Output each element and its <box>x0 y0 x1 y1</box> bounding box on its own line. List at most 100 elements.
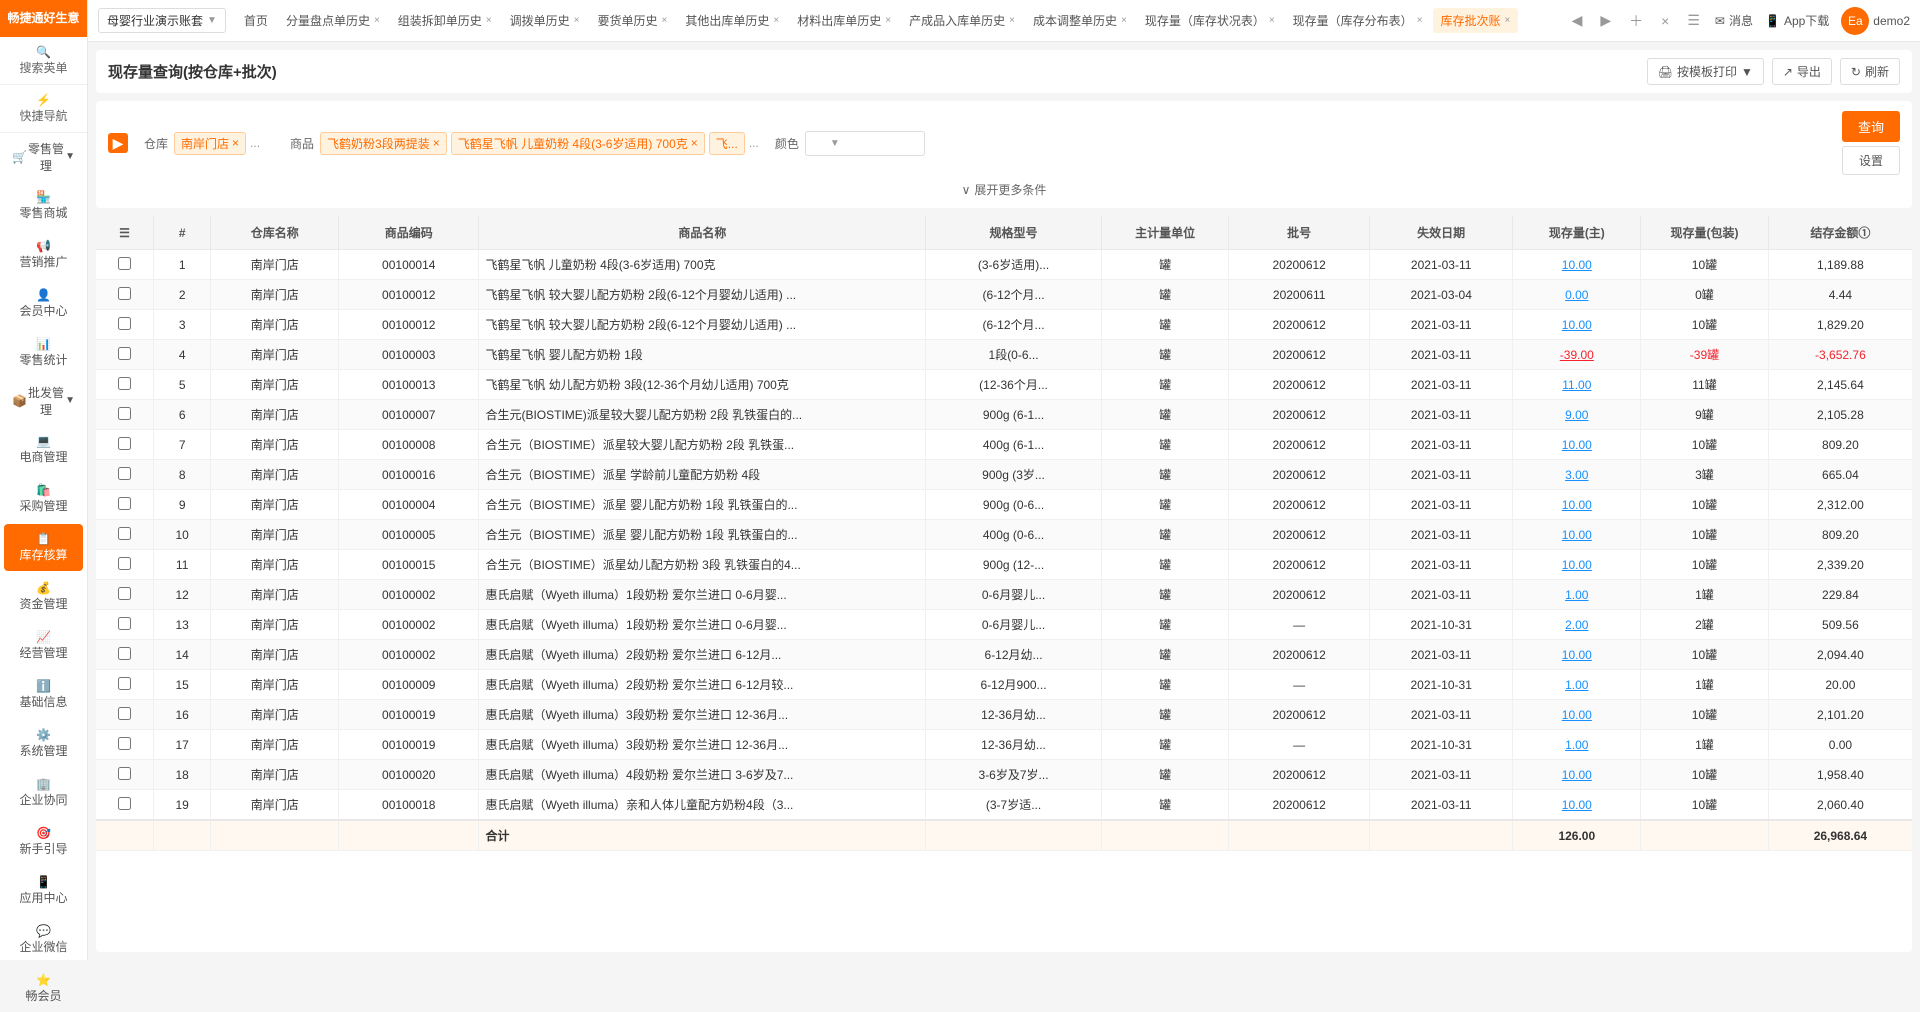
cell-check[interactable] <box>96 580 153 610</box>
sidebar-item-retail[interactable]: 🛒 零售管理 ▼ <box>4 134 83 180</box>
expand-filter-button[interactable]: ▶ <box>108 133 128 153</box>
sidebar-item-finance[interactable]: 💰 资金管理 <box>4 573 83 620</box>
industry-selector[interactable]: 母婴行业演示账套 ▼ <box>98 8 226 33</box>
tab-transfer[interactable]: 调拨单历史 × <box>502 8 588 33</box>
cell-qty-main[interactable]: -39.00 <box>1513 340 1641 370</box>
nav-next-arrow[interactable]: ▶ <box>1597 12 1614 29</box>
sidebar-item-inventory[interactable]: 📋 库存核算 <box>4 524 83 571</box>
settings-button[interactable]: 设置 <box>1842 146 1900 175</box>
cell-qty-main[interactable]: 1.00 <box>1513 670 1641 700</box>
sidebar-item-app-center[interactable]: 📱 应用中心 <box>4 867 83 914</box>
sidebar-item-marketing[interactable]: 📢 营销推广 <box>4 231 83 278</box>
sidebar-item-system[interactable]: ⚙️ 系统管理 <box>4 720 83 767</box>
sidebar-item-search[interactable]: 🔍 搜索英单 <box>0 37 87 85</box>
template-print-button[interactable]: 🖨 按模板打印 ▼ <box>1647 58 1764 85</box>
cell-qty-main[interactable]: 10.00 <box>1513 250 1641 280</box>
tab-close-other-out[interactable]: × <box>773 15 779 26</box>
nav-menu[interactable]: ☰ <box>1684 12 1703 29</box>
tab-cost-adjust[interactable]: 成本调整单历史 × <box>1025 8 1135 33</box>
cell-check[interactable] <box>96 670 153 700</box>
nav-add-tab[interactable]: ＋ <box>1626 11 1646 31</box>
tab-close-transfer[interactable]: × <box>574 15 580 26</box>
tab-stock-batch[interactable]: 库存批次账 × <box>1433 8 1519 33</box>
tab-close-stock-batch[interactable]: × <box>1505 15 1511 26</box>
filter-expand-more[interactable]: ∨ 展开更多条件 <box>108 181 1900 198</box>
cell-check[interactable] <box>96 370 153 400</box>
cell-qty-main[interactable]: 0.00 <box>1513 280 1641 310</box>
cell-qty-main[interactable]: 10.00 <box>1513 490 1641 520</box>
warehouse-more[interactable]: ... <box>250 136 260 150</box>
cell-qty-main[interactable]: 10.00 <box>1513 550 1641 580</box>
product-tag-close-0[interactable]: × <box>433 136 440 150</box>
nav-close-tab[interactable]: × <box>1658 13 1672 29</box>
tab-product-in[interactable]: 产成品入库单历史 × <box>901 8 1023 33</box>
cell-check[interactable] <box>96 280 153 310</box>
cell-check[interactable] <box>96 520 153 550</box>
tab-stock-dist[interactable]: 现存量（库存分布表） × <box>1285 8 1431 33</box>
query-button[interactable]: 查询 <box>1842 111 1900 142</box>
table-scroll[interactable]: ☰ # 仓库名称 商品编码 商品名称 规格型号 主计量单位 批号 失效日期 现存… <box>96 216 1912 952</box>
tab-other-out[interactable]: 其他出库单历史 × <box>677 8 787 33</box>
tab-close-requisition[interactable]: × <box>662 15 668 26</box>
tab-stock-status[interactable]: 现存量（库存状况表） × <box>1137 8 1283 33</box>
refresh-button[interactable]: ↻ 刷新 <box>1840 58 1900 85</box>
cell-qty-main[interactable]: 10.00 <box>1513 310 1641 340</box>
sidebar-item-basic[interactable]: ℹ️ 基础信息 <box>4 671 83 718</box>
cell-qty-main[interactable]: 10.00 <box>1513 790 1641 821</box>
cell-check[interactable] <box>96 760 153 790</box>
cell-check[interactable] <box>96 610 153 640</box>
tab-close-cost-adjust[interactable]: × <box>1121 15 1127 26</box>
tab-disassemble[interactable]: 组装拆卸单历史 × <box>390 8 500 33</box>
cell-qty-main[interactable]: 2.00 <box>1513 610 1641 640</box>
cell-check[interactable] <box>96 700 153 730</box>
tab-close-product-in[interactable]: × <box>1009 15 1015 26</box>
tab-material-out[interactable]: 材料出库单历史 × <box>789 8 899 33</box>
tab-close-stock-status[interactable]: × <box>1269 15 1275 26</box>
tab-close-stock-dist[interactable]: × <box>1417 15 1423 26</box>
sidebar-item-guide[interactable]: 🎯 新手引导 <box>4 818 83 865</box>
cell-qty-main[interactable]: 3.00 <box>1513 460 1641 490</box>
tab-close-disassemble[interactable]: × <box>486 15 492 26</box>
sidebar-item-purchase[interactable]: 🛍️ 采购管理 <box>4 475 83 522</box>
tab-close-material-out[interactable]: × <box>885 15 891 26</box>
cell-check[interactable] <box>96 460 153 490</box>
sidebar-item-wholesale[interactable]: 📦 批发管理 ▼ <box>4 378 83 424</box>
sidebar-item-quick-nav[interactable]: ⚡ 快捷导航 <box>0 85 87 133</box>
tab-requisition[interactable]: 要货单历史 × <box>590 8 676 33</box>
tab-split-check[interactable]: 分量盘点单历史 × <box>278 8 388 33</box>
product-more[interactable]: ... <box>749 136 759 150</box>
color-dropdown[interactable]: ▼ <box>805 131 925 156</box>
cell-check[interactable] <box>96 430 153 460</box>
cell-check[interactable] <box>96 490 153 520</box>
sidebar-item-enterprise[interactable]: 🏢 企业协同 <box>4 769 83 816</box>
cell-check[interactable] <box>96 400 153 430</box>
cell-check[interactable] <box>96 640 153 670</box>
sidebar-item-member[interactable]: 👤 会员中心 <box>4 280 83 327</box>
sidebar-item-retail-stats[interactable]: 📊 零售统计 <box>4 329 83 376</box>
message-btn[interactable]: ✉ 消息 <box>1715 12 1753 29</box>
cell-qty-main[interactable]: 1.00 <box>1513 730 1641 760</box>
cell-qty-main[interactable]: 10.00 <box>1513 640 1641 670</box>
nav-prev-arrow[interactable]: ◀ <box>1569 12 1586 29</box>
tab-home[interactable]: 首页 <box>236 8 276 33</box>
user-profile[interactable]: Ea demo2 <box>1841 7 1910 35</box>
sidebar-item-operations[interactable]: 📈 经营管理 <box>4 622 83 669</box>
app-download-btn[interactable]: 📱 App下载 <box>1765 12 1829 29</box>
cell-check[interactable] <box>96 250 153 280</box>
product-tag-close-1[interactable]: × <box>691 136 698 150</box>
cell-check[interactable] <box>96 790 153 821</box>
cell-check[interactable] <box>96 340 153 370</box>
sidebar-item-retail-mall[interactable]: 🏪 零售商城 <box>4 182 83 229</box>
cell-check[interactable] <box>96 730 153 760</box>
sidebar-item-ecommerce[interactable]: 💻 电商管理 <box>4 426 83 473</box>
cell-qty-main[interactable]: 1.00 <box>1513 580 1641 610</box>
cell-check[interactable] <box>96 310 153 340</box>
tab-close-split-check[interactable]: × <box>374 15 380 26</box>
warehouse-tag-close-0[interactable]: × <box>232 136 239 150</box>
cell-qty-main[interactable]: 11.00 <box>1513 370 1641 400</box>
cell-qty-main[interactable]: 10.00 <box>1513 520 1641 550</box>
export-button[interactable]: ↗ 导出 <box>1772 58 1832 85</box>
cell-qty-main[interactable]: 10.00 <box>1513 760 1641 790</box>
cell-qty-main[interactable]: 9.00 <box>1513 400 1641 430</box>
cell-check[interactable] <box>96 550 153 580</box>
